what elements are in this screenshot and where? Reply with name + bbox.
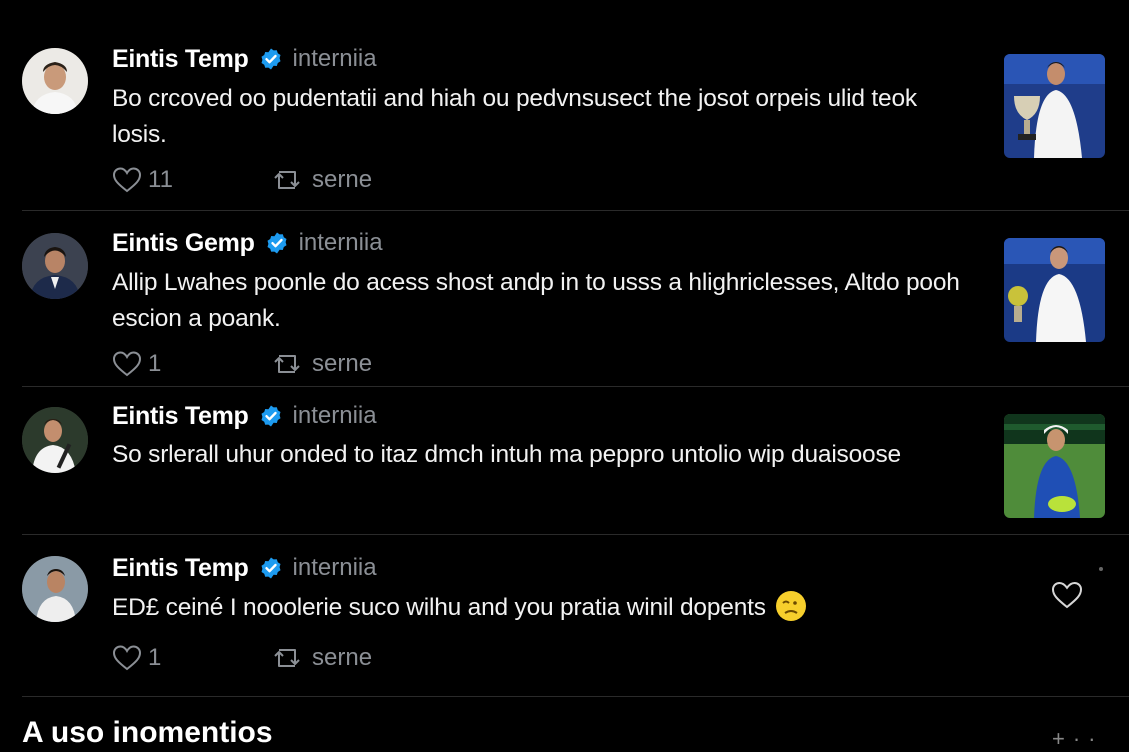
like-button[interactable]: 1 [112, 644, 272, 672]
author-name[interactable]: Eintis Gemp [112, 229, 255, 258]
heart-icon [112, 351, 142, 377]
repost-icon [274, 355, 300, 373]
share-button[interactable]: serne [272, 644, 372, 672]
avatar[interactable] [22, 556, 88, 622]
post-actions: 11 serne [112, 165, 372, 195]
author-handle[interactable]: interniia [299, 229, 383, 257]
author-name[interactable]: Eintis Temp [112, 554, 249, 583]
repost-icon [274, 171, 300, 189]
like-count: 11 [148, 166, 173, 193]
verified-badge-icon [261, 405, 281, 427]
author-handle[interactable]: interniia [293, 554, 377, 582]
share-label: serne [312, 350, 373, 377]
like-count: 1 [148, 644, 162, 671]
feed: Eintis Temp interniia Bo crcoved oo pude… [0, 0, 1129, 751]
tennis-court-photo [1004, 414, 1105, 518]
avatar-image [22, 407, 88, 473]
avatar[interactable] [22, 48, 88, 114]
tennis-trophy-photo [1004, 54, 1105, 158]
post-header: Eintis Gemp interniia [112, 228, 383, 258]
like-button[interactable]: 11 [112, 166, 272, 194]
verified-badge-icon [267, 232, 287, 254]
verified-badge-icon [261, 48, 281, 70]
share-button[interactable]: serne [272, 350, 372, 378]
divider [22, 210, 1129, 211]
divider [22, 696, 1129, 697]
post-media-thumbnail[interactable] [1004, 238, 1105, 342]
avatar-image [22, 233, 88, 299]
divider [22, 386, 1129, 387]
post-actions: 1 serne [112, 349, 372, 379]
verified-badge-icon [261, 557, 281, 579]
heart-icon [112, 167, 142, 193]
share-label: serne [312, 644, 373, 671]
post-actions: 1 serne [112, 643, 372, 673]
avatar[interactable] [22, 233, 88, 299]
post-text: So srlerall uhur onded to itaz dmch intu… [112, 441, 901, 468]
author-handle[interactable]: interniia [293, 402, 377, 430]
tennis-trophy-photo [1004, 238, 1105, 342]
author-name[interactable]: Eintis Temp [112, 45, 249, 74]
post-header: Eintis Temp interniia [112, 44, 377, 74]
heart-icon [112, 645, 142, 671]
post-header: Eintis Temp interniia [112, 401, 377, 431]
like-button[interactable]: 1 [112, 350, 272, 378]
heart-icon[interactable] [1050, 580, 1084, 610]
post-text: ED£ ceiné I nooolerie suco wilhu and you… [112, 594, 766, 621]
section-heading: A uso inomentios [22, 716, 273, 749]
face-emoji-icon [775, 590, 806, 621]
like-count: 1 [148, 350, 162, 377]
avatar-image [22, 556, 88, 622]
author-name[interactable]: Eintis Temp [112, 402, 249, 431]
share-label: serne [312, 166, 373, 193]
author-handle[interactable]: interniia [293, 45, 377, 73]
section-heading-icons: +·· [1052, 726, 1104, 752]
overflow-dot [1099, 567, 1103, 571]
avatar-image [22, 48, 88, 114]
post-media-thumbnail[interactable] [1004, 54, 1105, 158]
repost-icon [274, 649, 300, 667]
post-text-wrapper: ED£ ceiné I nooolerie suco wilhu and you… [112, 590, 972, 626]
post-text: Allip Lwahes poonle do acess shost andp … [112, 269, 960, 332]
post-text: Bo crcoved oo pudentatii and hiah ou ped… [112, 85, 917, 148]
share-button[interactable]: serne [272, 166, 372, 194]
post-header: Eintis Temp interniia [112, 553, 377, 583]
post-media-thumbnail[interactable] [1004, 414, 1105, 518]
avatar[interactable] [22, 407, 88, 473]
divider [22, 534, 1129, 535]
